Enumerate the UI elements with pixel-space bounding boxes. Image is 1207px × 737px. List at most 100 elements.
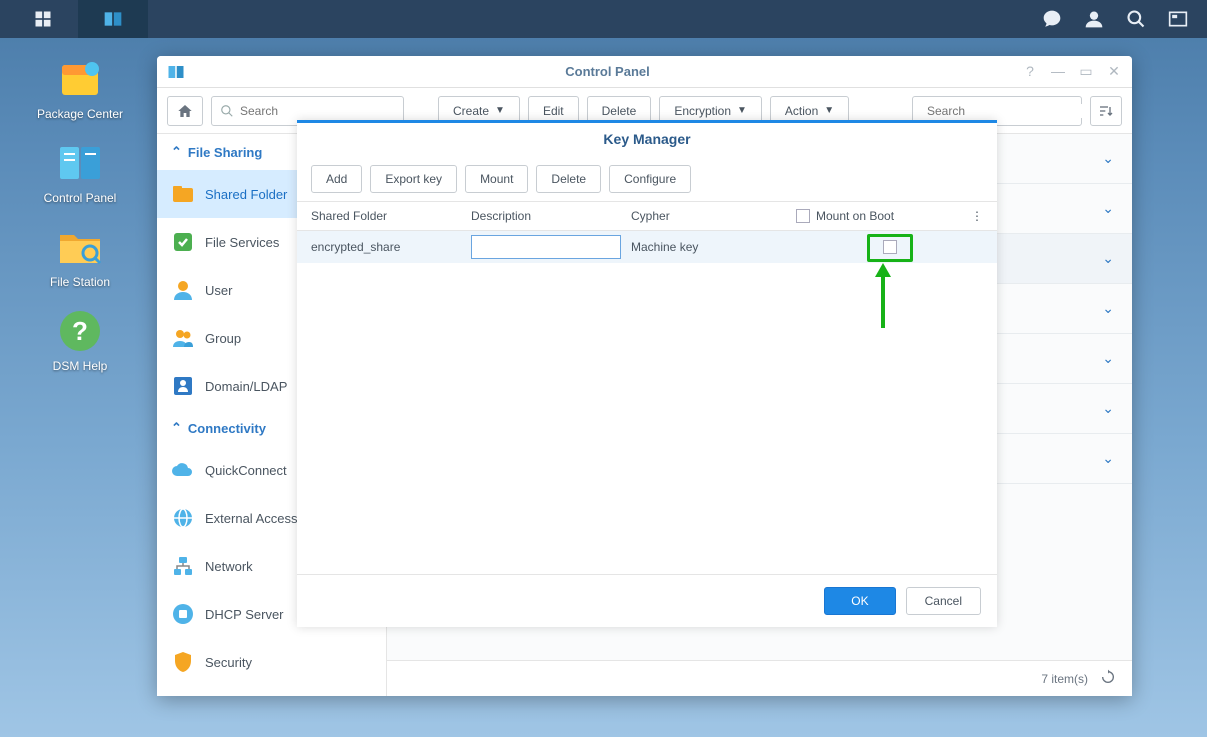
sidebar-item-label: Domain/LDAP [205,379,287,394]
desktop-icon-file-station[interactable]: File Station [30,223,130,289]
user-icon [171,278,195,302]
cell-cypher: Machine key [631,240,796,254]
package-center-icon [56,55,104,103]
chevron-up-icon: ⌃ [171,144,182,160]
window-close-button[interactable]: ✕ [1106,63,1122,80]
select-all-checkbox[interactable] [796,209,810,223]
cell-description [471,235,631,259]
ok-button[interactable]: OK [824,587,895,615]
chevron-down-icon: ▼ [495,105,505,116]
chevron-down-icon: ⌄ [1102,200,1114,217]
table-header: Shared Folder Description Cypher Mount o… [297,201,997,231]
dhcp-icon [171,602,195,626]
toolbar-filter-input[interactable] [927,104,1082,118]
configure-button[interactable]: Configure [609,165,691,193]
window-titlebar: Control Panel ? — ▭ ✕ [157,56,1132,88]
globe-icon [171,506,195,530]
mount-button[interactable]: Mount [465,165,528,193]
search-icon [220,104,234,118]
sidebar-item-security[interactable]: Security [157,638,386,686]
taskbar-notifications[interactable] [1031,0,1073,38]
export-key-button[interactable]: Export key [370,165,457,193]
shield-icon [171,650,195,674]
delete-key-button[interactable]: Delete [536,165,601,193]
desktop-icon-label: Package Center [37,107,123,121]
user-icon [1084,9,1104,29]
widgets-icon [1168,9,1188,29]
cancel-button[interactable]: Cancel [906,587,981,615]
modal-footer: OK Cancel [297,574,997,627]
description-input[interactable] [471,235,621,259]
chevron-down-icon: ▼ [737,105,747,116]
desktop-icon-dsm-help[interactable]: ? DSM Help [30,307,130,373]
taskbar-apps-button[interactable] [8,0,78,38]
desktop-icon-label: Control Panel [44,191,117,205]
taskbar-user[interactable] [1073,0,1115,38]
taskbar-search[interactable] [1115,0,1157,38]
sidebar-item-label: DHCP Server [205,607,284,622]
sidebar-item-label: QuickConnect [205,463,287,478]
toolbar-search-input[interactable] [240,104,395,118]
taskbar-control-panel-button[interactable] [78,0,148,38]
window-maximize-button[interactable]: ▭ [1078,63,1094,80]
modal-toolbar: Add Export key Mount Delete Configure [297,157,997,201]
domain-icon [171,374,195,398]
desktop-icons: Package Center Control Panel File Statio… [30,55,130,373]
sidebar-item-label: Shared Folder [205,187,287,202]
chevron-down-icon: ⌄ [1102,400,1114,417]
help-icon: ? [56,307,104,355]
toolbar-sort-button[interactable] [1090,96,1122,126]
chevron-down-icon: ▼ [824,105,834,116]
chevron-down-icon: ⌄ [1102,450,1114,467]
mount-on-boot-checkbox[interactable] [883,240,897,254]
desktop-icon-package-center[interactable]: Package Center [30,55,130,121]
group-icon [171,326,195,350]
annotation-arrow [868,263,898,333]
footer-bar: 7 item(s) [387,660,1132,696]
svg-text:?: ? [72,316,88,346]
column-mount-on-boot[interactable]: Mount on Boot [796,209,971,223]
modal-title: Key Manager [297,123,997,157]
sidebar-item-label: External Access [205,511,298,526]
control-panel-icon [167,63,185,81]
window-title: Control Panel [193,64,1022,79]
add-button[interactable]: Add [311,165,362,193]
search-icon [1126,9,1146,29]
desktop-icon-control-panel[interactable]: Control Panel [30,139,130,205]
chevron-up-icon: ⌃ [171,420,182,436]
window-minimize-button[interactable]: — [1050,63,1066,80]
toolbar-home-button[interactable] [167,96,203,126]
refresh-button[interactable] [1100,669,1116,688]
chevron-down-icon: ⌄ [1102,300,1114,317]
file-services-icon [171,230,195,254]
chevron-down-icon: ⌄ [1102,350,1114,367]
sidebar-item-label: File Services [205,235,279,250]
desktop-icon-label: DSM Help [53,359,108,373]
cell-mount-on-boot [796,240,983,254]
taskbar [0,0,1207,38]
chevron-down-icon: ⌄ [1102,150,1114,167]
chevron-down-icon: ⌄ [1102,250,1114,267]
column-shared-folder[interactable]: Shared Folder [311,209,471,223]
sidebar-item-label: Network [205,559,253,574]
table-row[interactable]: encrypted_share Machine key [297,231,997,263]
column-menu-button[interactable]: ⋮ [971,209,983,223]
window-help-button[interactable]: ? [1022,63,1038,80]
desktop-icon-label: File Station [50,275,110,289]
taskbar-widgets[interactable] [1157,0,1199,38]
sort-icon [1098,103,1114,119]
file-station-icon [56,223,104,271]
refresh-icon [1100,669,1116,685]
network-icon [171,554,195,578]
sidebar-item-label: Group [205,331,241,346]
control-panel-icon [56,139,104,187]
sidebar-item-label: User [205,283,232,298]
cloud-icon [171,458,195,482]
key-manager-modal: Key Manager Add Export key Mount Delete … [297,120,997,627]
column-cypher[interactable]: Cypher [631,209,796,223]
folder-icon [171,182,195,206]
column-description[interactable]: Description [471,209,631,223]
chat-icon [1042,9,1062,29]
control-panel-icon [103,9,123,29]
apps-icon [33,9,53,29]
